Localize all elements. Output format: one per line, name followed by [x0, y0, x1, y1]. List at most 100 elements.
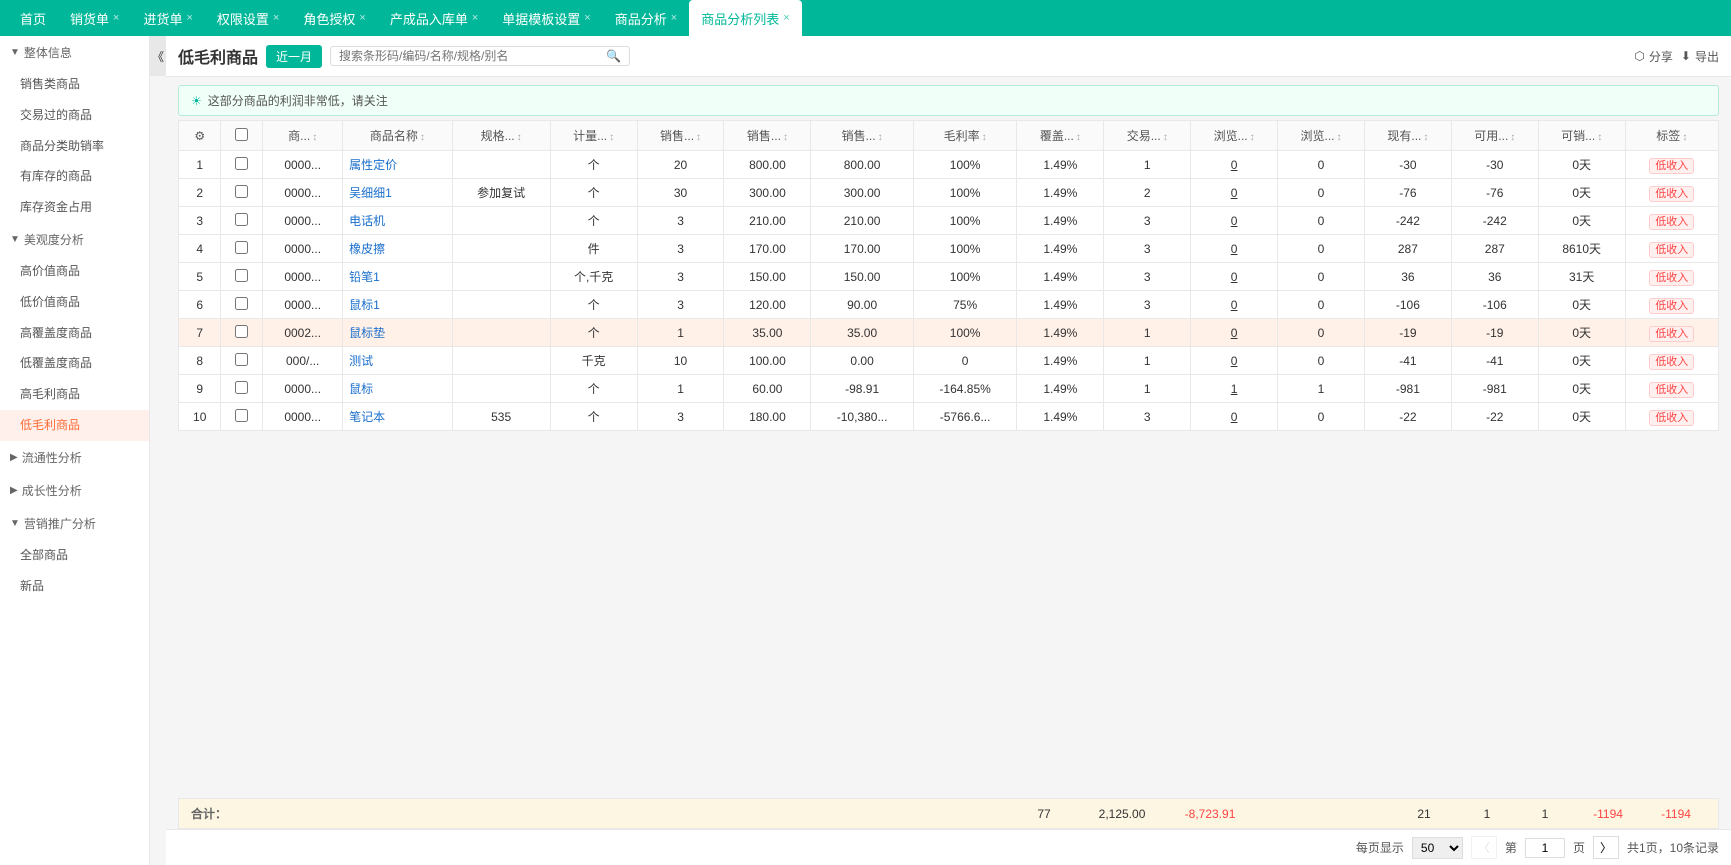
nav-product-analysis[interactable]: 商品分析 × [603, 0, 689, 36]
row-views1[interactable]: 0 [1191, 403, 1278, 431]
col-sales-qty[interactable]: 销售...↕ [637, 121, 724, 151]
row-views1[interactable]: 0 [1191, 207, 1278, 235]
sidebar-item-sales-goods[interactable]: 销售类商品 [0, 69, 149, 100]
col-tag[interactable]: 标签↕ [1625, 121, 1718, 151]
col-spec[interactable]: 规格...↕ [452, 121, 550, 151]
col-unit[interactable]: 计量...↕ [550, 121, 637, 151]
row-select-checkbox[interactable] [235, 213, 248, 226]
col-saleable-days[interactable]: 可销...↕ [1538, 121, 1625, 151]
row-select-checkbox[interactable] [235, 409, 248, 422]
col-gross-margin[interactable]: 毛利率↕ [913, 121, 1017, 151]
nav-product-inbound[interactable]: 产成品入库单 × [378, 0, 490, 36]
sidebar-item-category-rate[interactable]: 商品分类助销率 [0, 131, 149, 162]
row-select-checkbox[interactable] [235, 269, 248, 282]
nav-close-icon[interactable]: × [273, 12, 279, 24]
sidebar-item-new-goods[interactable]: 新品 [0, 571, 149, 602]
sidebar-group-liquidity[interactable]: ▶ 流通性分析 [0, 441, 149, 474]
sidebar-item-traded-goods[interactable]: 交易过的商品 [0, 100, 149, 131]
row-views1[interactable]: 0 [1191, 235, 1278, 263]
col-sales-price[interactable]: 销售...↕ [724, 121, 811, 151]
sidebar-item-stock-capital[interactable]: 库存资金占用 [0, 192, 149, 223]
row-checkbox[interactable] [221, 403, 263, 431]
nav-close-icon[interactable]: × [671, 12, 677, 24]
row-select-checkbox[interactable] [235, 381, 248, 394]
row-views1[interactable]: 0 [1191, 319, 1278, 347]
row-checkbox[interactable] [221, 375, 263, 403]
nav-close-icon[interactable]: × [359, 12, 365, 24]
nav-close-icon[interactable]: × [472, 12, 478, 24]
col-views2[interactable]: 浏览...↕ [1278, 121, 1365, 151]
row-name[interactable]: 鼠标垫 [343, 319, 452, 347]
nav-close-icon[interactable]: × [186, 12, 192, 24]
row-name[interactable]: 笔记本 [343, 403, 452, 431]
nav-purchase-order[interactable]: 进货单 × [131, 0, 204, 36]
row-views1[interactable]: 0 [1191, 151, 1278, 179]
row-checkbox[interactable] [221, 235, 263, 263]
col-sales-amount[interactable]: 销售...↕ [811, 121, 913, 151]
sidebar-group-growth[interactable]: ▶ 成长性分析 [0, 474, 149, 507]
col-trade-count[interactable]: 交易...↕ [1104, 121, 1191, 151]
next-page-button[interactable]: 〉 [1593, 836, 1619, 859]
time-filter-button[interactable]: 近一月 [266, 45, 322, 68]
sidebar-item-stock-goods[interactable]: 有库存的商品 [0, 161, 149, 192]
export-button[interactable]: ⬇ 导出 [1681, 48, 1719, 65]
nav-role-auth[interactable]: 角色授权 × [291, 0, 377, 36]
nav-close-icon[interactable]: × [783, 12, 789, 24]
row-checkbox[interactable] [221, 179, 263, 207]
col-settings[interactable]: ⚙ [179, 121, 221, 151]
col-available-stock[interactable]: 可用...↕ [1451, 121, 1538, 151]
nav-sales-order[interactable]: 销货单 × [58, 0, 131, 36]
row-select-checkbox[interactable] [235, 325, 248, 338]
search-icon[interactable]: 🔍 [606, 49, 621, 63]
row-views1[interactable]: 0 [1191, 291, 1278, 319]
nav-close-icon[interactable]: × [584, 12, 590, 24]
sidebar-item-high-value[interactable]: 高价值商品 [0, 256, 149, 287]
row-name[interactable]: 吴细细1 [343, 179, 452, 207]
row-views1[interactable]: 0 [1191, 263, 1278, 291]
row-checkbox[interactable] [221, 347, 263, 375]
col-code[interactable]: 商...↕ [263, 121, 343, 151]
sidebar-item-all-goods[interactable]: 全部商品 [0, 540, 149, 571]
nav-home[interactable]: 首页 [8, 0, 58, 36]
row-views1[interactable]: 1 [1191, 375, 1278, 403]
sidebar-item-low-margin[interactable]: 低毛利商品 [0, 410, 149, 441]
nav-close-icon[interactable]: × [113, 12, 119, 24]
nav-product-analysis-list[interactable]: 商品分析列表 × [689, 0, 801, 36]
row-select-checkbox[interactable] [235, 241, 248, 254]
sidebar-item-high-coverage[interactable]: 高覆盖度商品 [0, 318, 149, 349]
col-coverage[interactable]: 覆盖...↕ [1017, 121, 1104, 151]
row-name[interactable]: 属性定价 [343, 151, 452, 179]
sidebar-item-high-margin[interactable]: 高毛利商品 [0, 379, 149, 410]
sidebar-group-marketing[interactable]: ▼ 营销推广分析 [0, 507, 149, 540]
sidebar-group-beauty[interactable]: ▼ 美观度分析 [0, 223, 149, 256]
nav-template-settings[interactable]: 单据模板设置 × [490, 0, 602, 36]
page-number-input[interactable] [1525, 838, 1565, 858]
col-current-stock[interactable]: 现有...↕ [1364, 121, 1451, 151]
row-select-checkbox[interactable] [235, 297, 248, 310]
share-button[interactable]: ⬡ 分享 [1634, 48, 1673, 65]
select-all-checkbox[interactable] [235, 128, 248, 141]
row-views1[interactable]: 0 [1191, 179, 1278, 207]
nav-permission-settings[interactable]: 权限设置 × [205, 0, 291, 36]
row-name[interactable]: 鼠标 [343, 375, 452, 403]
col-name[interactable]: 商品名称↕ [343, 121, 452, 151]
col-views1[interactable]: 浏览...↕ [1191, 121, 1278, 151]
sidebar-item-low-value[interactable]: 低价值商品 [0, 287, 149, 318]
prev-page-button[interactable]: 〈 [1471, 836, 1497, 859]
row-checkbox[interactable] [221, 291, 263, 319]
row-name[interactable]: 鼠标1 [343, 291, 452, 319]
row-name[interactable]: 橡皮擦 [343, 235, 452, 263]
per-page-select[interactable]: 50 100 200 [1412, 837, 1463, 859]
search-input[interactable] [339, 49, 606, 63]
sidebar-collapse-button[interactable]: 《 [150, 36, 166, 76]
row-name[interactable]: 电话机 [343, 207, 452, 235]
row-select-checkbox[interactable] [235, 185, 248, 198]
row-checkbox[interactable] [221, 319, 263, 347]
sidebar-item-low-coverage[interactable]: 低覆盖度商品 [0, 348, 149, 379]
row-name[interactable]: 测试 [343, 347, 452, 375]
row-select-checkbox[interactable] [235, 353, 248, 366]
row-checkbox[interactable] [221, 207, 263, 235]
sidebar-group-overall[interactable]: ▼ 整体信息 [0, 36, 149, 69]
row-views1[interactable]: 0 [1191, 347, 1278, 375]
col-checkbox[interactable] [221, 121, 263, 151]
